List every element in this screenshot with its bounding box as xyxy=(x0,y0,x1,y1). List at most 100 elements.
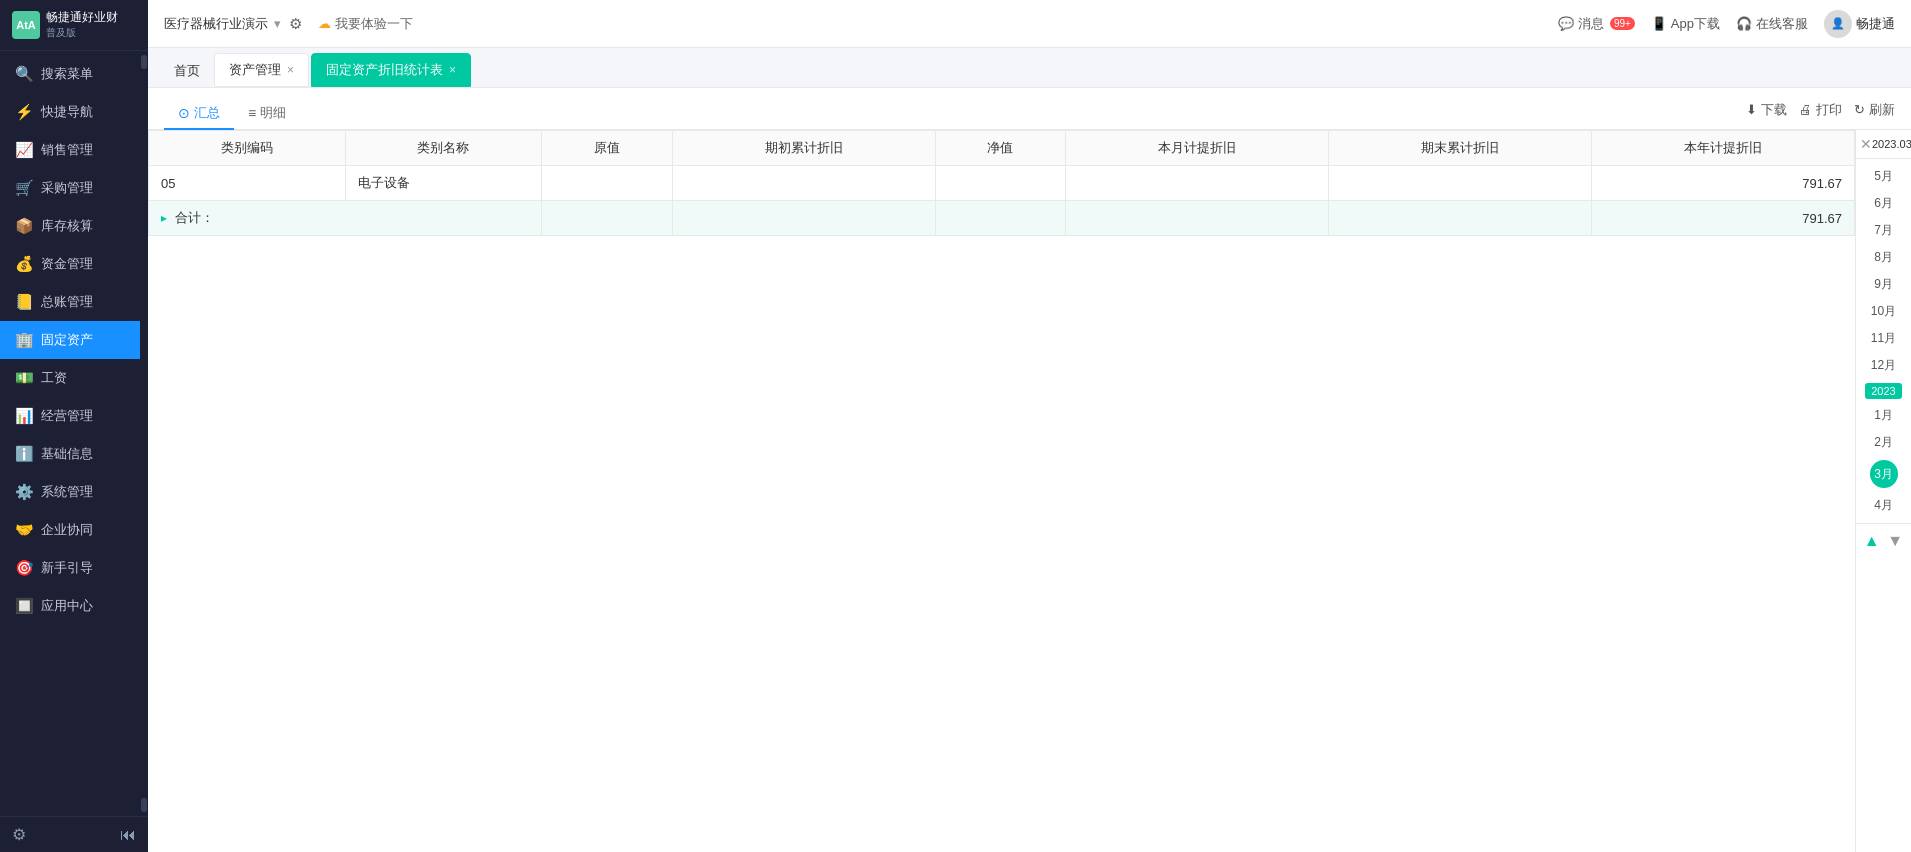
sidebar-item-label: 销售管理 xyxy=(41,141,128,159)
settings-icon[interactable]: ⚙ xyxy=(12,825,26,844)
sidebar-item-label: 搜索菜单 xyxy=(41,65,128,83)
date-item-5[interactable]: 5月 xyxy=(1870,163,1897,190)
date-item-8[interactable]: 8月 xyxy=(1870,244,1897,271)
avatar: 👤 xyxy=(1824,10,1852,38)
date-item-2023-2[interactable]: 2月 xyxy=(1870,429,1897,456)
subtab-detail-label: 明细 xyxy=(260,104,286,122)
cell-net xyxy=(935,166,1065,201)
experience-button[interactable]: ☁ 我要体验一下 xyxy=(318,15,413,33)
search-icon: 🔍 xyxy=(15,65,33,83)
sidebar-item-search[interactable]: 🔍 搜索菜单 xyxy=(0,55,140,93)
sidebar-item-sales[interactable]: 📈 销售管理 xyxy=(0,131,140,169)
refresh-label: 刷新 xyxy=(1869,101,1895,119)
table-area: 类别编码 类别名称 原值 期初累计折旧 净值 本月计提折旧 期末累计折旧 本年计… xyxy=(148,130,1855,852)
col-monthly-dep: 本月计提折旧 xyxy=(1065,131,1328,166)
refresh-button[interactable]: ↻ 刷新 xyxy=(1854,101,1895,119)
sidebar-item-fixed[interactable]: 🏢 固定资产 xyxy=(0,321,140,359)
summary-label: ▸ 合计： xyxy=(149,201,542,236)
download-button[interactable]: ⬇ 下载 xyxy=(1746,101,1787,119)
sum-icon: ▸ xyxy=(161,211,167,225)
date-panel-list: 5月 6月 7月 8月 9月 10月 11月 12月 2023 1月 xyxy=(1856,159,1911,852)
scroll-thumb-bottom xyxy=(141,798,147,812)
subtab-summary[interactable]: ⊙ 汇总 xyxy=(164,98,234,130)
sidebar-item-inventory[interactable]: 📦 库存核算 xyxy=(0,207,140,245)
sidebar-footer: ⚙ ⏮ xyxy=(0,816,148,852)
date-item-2023-3[interactable]: 3月 xyxy=(1870,460,1898,488)
sidebar-nav: 🔍 搜索菜单 ⚡ 快捷导航 📈 销售管理 🛒 采购管理 📦 库存核算 💰 xyxy=(0,51,140,816)
subtab-summary-label: 汇总 xyxy=(194,104,220,122)
col-name: 类别名称 xyxy=(345,131,542,166)
sidebar-item-salary[interactable]: 💵 工资 xyxy=(0,359,140,397)
info-icon: ℹ️ xyxy=(15,445,33,463)
tab-report-label: 固定资产折旧统计表 xyxy=(326,61,443,79)
ledger-icon: 📒 xyxy=(15,293,33,311)
collapse-icon[interactable]: ⏮ xyxy=(120,826,136,844)
tab-home-label: 首页 xyxy=(174,63,200,78)
subtab-detail[interactable]: ≡ 明细 xyxy=(234,98,300,130)
topbar-right: 💬 消息 99+ 📱 App下载 🎧 在线客服 👤 畅捷通 xyxy=(1558,10,1895,38)
date-item-11[interactable]: 11月 xyxy=(1867,325,1900,352)
settings-button[interactable]: ⚙ xyxy=(289,15,302,33)
notification-button[interactable]: 💬 消息 99+ xyxy=(1558,15,1635,33)
tab-home[interactable]: 首页 xyxy=(160,55,214,87)
sidebar-item-quick[interactable]: ⚡ 快捷导航 xyxy=(0,93,140,131)
arrow-down-icon[interactable]: ▼ xyxy=(1887,532,1903,550)
experience-label: 我要体验一下 xyxy=(335,15,413,33)
sidebar-item-label: 总账管理 xyxy=(41,293,128,311)
sidebar-item-label: 快捷导航 xyxy=(41,103,128,121)
sidebar-item-purchase[interactable]: 🛒 采购管理 xyxy=(0,169,140,207)
tab-close-icon[interactable]: × xyxy=(449,63,456,77)
date-item-10[interactable]: 10月 xyxy=(1867,298,1900,325)
online-service-button[interactable]: 🎧 在线客服 xyxy=(1736,15,1808,33)
date-older-months: 5月 6月 7月 8月 9月 10月 11月 12月 xyxy=(1856,163,1911,379)
sidebar-item-label: 系统管理 xyxy=(41,483,128,501)
summary-end-dep xyxy=(1328,201,1591,236)
sidebar-item-app[interactable]: 🔲 应用中心 xyxy=(0,587,140,625)
col-net: 净值 xyxy=(935,131,1065,166)
sidebar-item-system[interactable]: ⚙️ 系统管理 xyxy=(0,473,140,511)
user-menu[interactable]: 👤 畅捷通 xyxy=(1824,10,1895,38)
app-download-button[interactable]: 📱 App下载 xyxy=(1651,15,1720,33)
sidebar-item-cooperation[interactable]: 🤝 企业协同 xyxy=(0,511,140,549)
tabbar: 首页 资产管理 × 固定资产折旧统计表 × xyxy=(148,48,1911,88)
app-name: 畅捷通好业财 xyxy=(46,10,118,26)
notification-label: 消息 xyxy=(1578,15,1604,33)
arrow-up-icon[interactable]: ▲ xyxy=(1864,532,1880,550)
date-item-2023-4[interactable]: 4月 xyxy=(1870,492,1897,519)
table-date-container: 类别编码 类别名称 原值 期初累计折旧 净值 本月计提折旧 期末累计折旧 本年计… xyxy=(148,130,1911,852)
year-2023-row: 2023 xyxy=(1856,379,1911,402)
sidebar-item-operation[interactable]: 📊 经营管理 xyxy=(0,397,140,435)
salary-icon: 💵 xyxy=(15,369,33,387)
cell-end-dep xyxy=(1328,166,1591,201)
print-button[interactable]: 🖨 打印 xyxy=(1799,101,1842,119)
date-item-12[interactable]: 12月 xyxy=(1867,352,1900,379)
summary-original xyxy=(542,201,672,236)
summary-monthly-dep xyxy=(1065,201,1328,236)
date-item-7[interactable]: 7月 xyxy=(1870,217,1897,244)
sidebar-item-fund[interactable]: 💰 资金管理 xyxy=(0,245,140,283)
year-badge-2023: 2023 xyxy=(1865,383,1901,399)
close-icon[interactable]: ✕ xyxy=(1860,136,1872,152)
tab-close-icon[interactable]: × xyxy=(287,63,294,77)
company-selector[interactable]: 医疗器械行业演示 ▾ xyxy=(164,15,281,33)
sidebar-item-ledger[interactable]: 📒 总账管理 xyxy=(0,283,140,321)
print-label: 打印 xyxy=(1816,101,1842,119)
tab-fixed-asset-report[interactable]: 固定资产折旧统计表 × xyxy=(311,53,471,87)
company-name: 医疗器械行业演示 xyxy=(164,15,268,33)
online-service-label: 在线客服 xyxy=(1756,15,1808,33)
sidebar-item-info[interactable]: ℹ️ 基础信息 xyxy=(0,435,140,473)
print-icon: 🖨 xyxy=(1799,102,1812,117)
fund-icon: 💰 xyxy=(15,255,33,273)
main-area: 医疗器械行业演示 ▾ ⚙ ☁ 我要体验一下 💬 消息 99+ 📱 App下载 🎧… xyxy=(148,0,1911,852)
cell-original xyxy=(542,166,672,201)
date-item-9[interactable]: 9月 xyxy=(1870,271,1897,298)
date-item-2023-1[interactable]: 1月 xyxy=(1870,402,1897,429)
sidebar-logo: AtA 畅捷通好业财 普及版 xyxy=(0,0,148,51)
date-item-3-wrapper: 3月 xyxy=(1870,456,1898,492)
date-item-6[interactable]: 6月 xyxy=(1870,190,1897,217)
sidebar-item-guide[interactable]: 🎯 新手引导 xyxy=(0,549,140,587)
refresh-icon: ↻ xyxy=(1854,102,1865,117)
cell-name: 电子设备 xyxy=(345,166,542,201)
tab-asset-management[interactable]: 资产管理 × xyxy=(214,53,309,87)
cell-annual-dep: 791.67 xyxy=(1591,166,1854,201)
